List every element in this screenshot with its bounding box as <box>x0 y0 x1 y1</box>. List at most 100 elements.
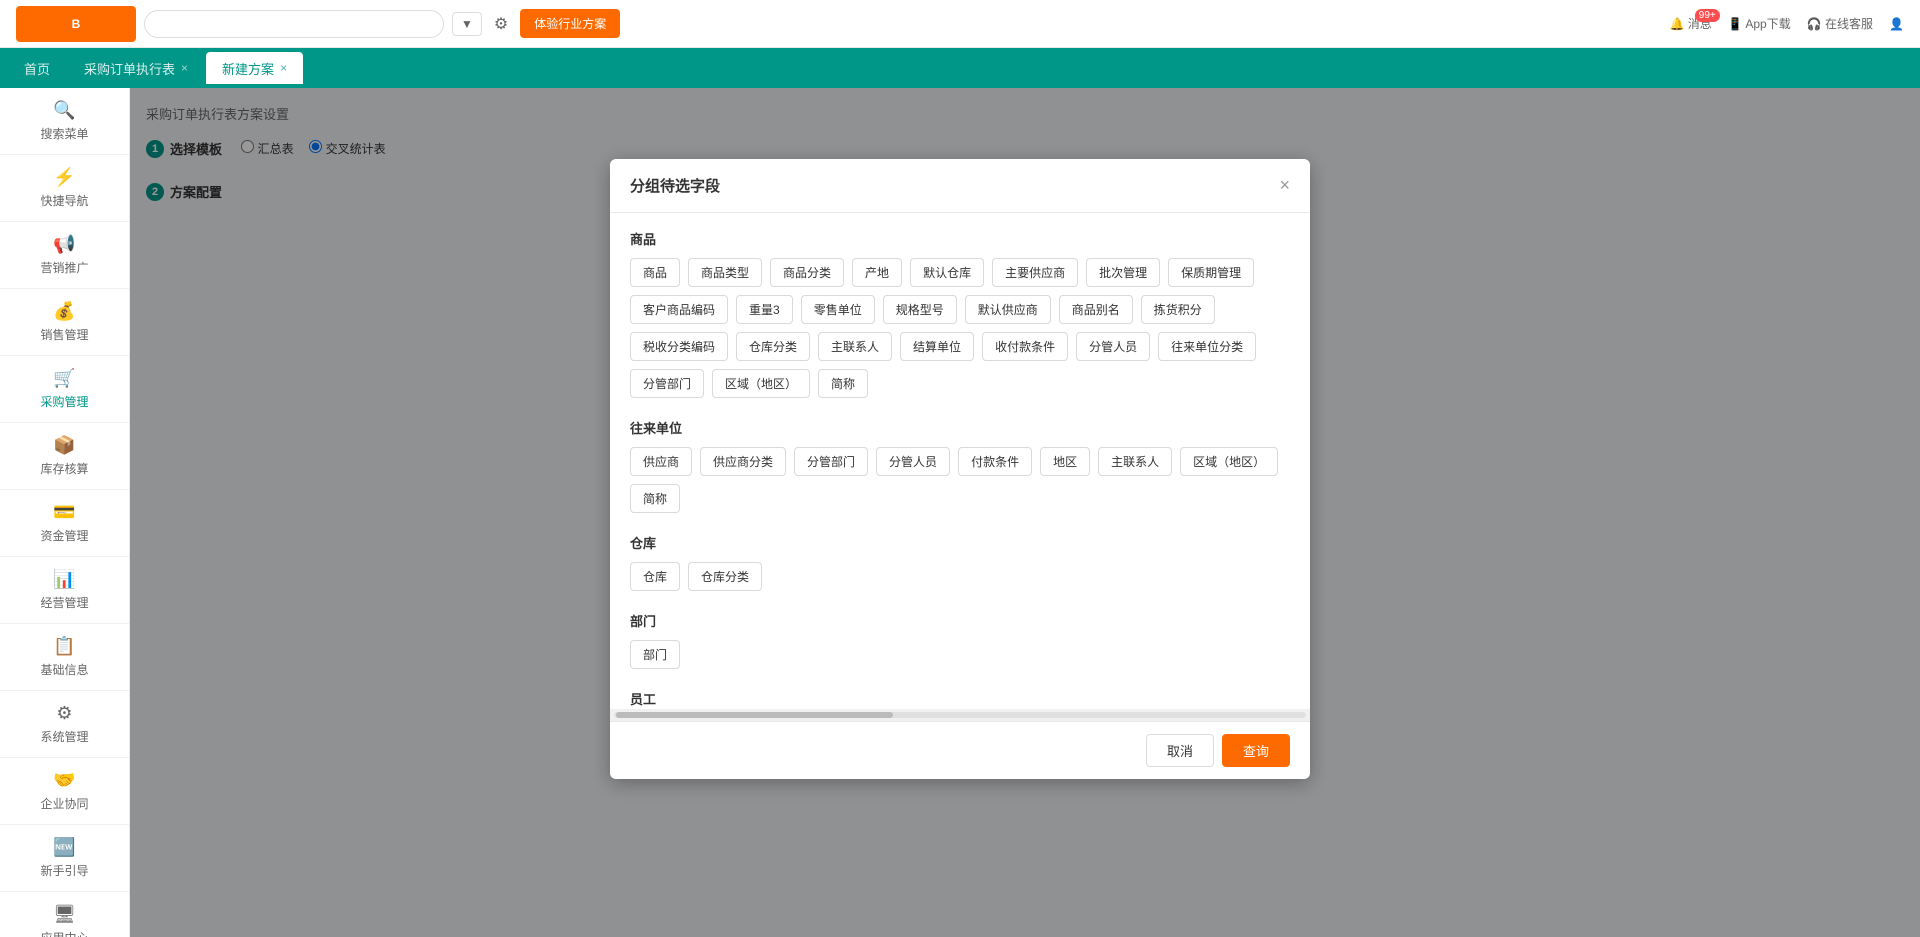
field-tag[interactable]: 结算单位 <box>900 332 974 361</box>
section-partner-title: 往来单位 <box>630 418 1290 437</box>
notification-area[interactable]: 🔔 消息 99+ <box>1669 15 1711 32</box>
field-tag[interactable]: 商品类型 <box>688 258 762 287</box>
field-tag[interactable]: 区域（地区） <box>1180 447 1278 476</box>
modal-hscrollbar[interactable] <box>610 709 1310 721</box>
field-tag[interactable]: 往来单位分类 <box>1158 332 1256 361</box>
field-tag[interactable]: 收付款条件 <box>982 332 1068 361</box>
field-tag[interactable]: 分管人员 <box>1076 332 1150 361</box>
field-tag[interactable]: 供应商分类 <box>700 447 786 476</box>
top-nav: B ▼ ⚙ 体验行业方案 🔔 消息 99+ 📱 App下载 🎧 在线客服 👤 <box>0 0 1920 48</box>
field-tag[interactable]: 分管部门 <box>794 447 868 476</box>
money-icon: 💰 <box>53 301 75 322</box>
sidebar-item-appstore[interactable]: 🖥 应用中心 <box>0 892 129 937</box>
field-tag[interactable]: 部门 <box>630 640 680 669</box>
gear-icon: ⚙ <box>56 703 72 724</box>
section-goods-tags: 商品 商品类型 商品分类 产地 默认仓库 主要供应商 批次管理 保质期管理 客户… <box>630 258 1290 398</box>
notification-badge-count: 99+ <box>1695 9 1720 22</box>
tab-close-new-plan[interactable]: × <box>280 61 287 75</box>
new-icon: 🆕 <box>53 837 75 858</box>
modal-cancel-button[interactable]: 取消 <box>1146 734 1214 767</box>
section-warehouse-title: 仓库 <box>630 533 1290 552</box>
field-tag[interactable]: 产地 <box>852 258 902 287</box>
chart-icon: 📊 <box>53 569 75 590</box>
field-tag[interactable]: 保质期管理 <box>1168 258 1254 287</box>
field-tag[interactable]: 拣货积分 <box>1141 295 1215 324</box>
section-partner-tags: 供应商 供应商分类 分管部门 分管人员 付款条件 地区 主联系人 区域（地区） … <box>630 447 1290 513</box>
field-tag[interactable]: 重量3 <box>736 295 793 324</box>
field-tag[interactable]: 批次管理 <box>1086 258 1160 287</box>
app-download-link[interactable]: 📱 App下载 <box>1728 15 1791 32</box>
section-department-title: 部门 <box>630 611 1290 630</box>
field-tag[interactable]: 默认仓库 <box>910 258 984 287</box>
modal-confirm-button[interactable]: 查询 <box>1222 734 1290 767</box>
experience-button[interactable]: 体验行业方案 <box>520 9 620 38</box>
field-tag[interactable]: 简称 <box>818 369 868 398</box>
sidebar-item-basics[interactable]: 📋 基础信息 <box>0 624 129 691</box>
field-tag[interactable]: 零售单位 <box>801 295 875 324</box>
field-tag[interactable]: 税收分类编码 <box>630 332 728 361</box>
sidebar-item-search[interactable]: 🔍 搜索菜单 <box>0 88 129 155</box>
search-input[interactable] <box>144 10 444 38</box>
section-warehouse-tags: 仓库 仓库分类 <box>630 562 1290 591</box>
box-icon: 📦 <box>53 435 75 456</box>
field-tag[interactable]: 商品别名 <box>1059 295 1133 324</box>
tab-close-purchase[interactable]: × <box>181 61 188 75</box>
clipboard-icon: 📋 <box>53 636 75 657</box>
sidebar-item-system[interactable]: ⚙ 系统管理 <box>0 691 129 758</box>
headset-icon: 🎧 <box>1807 17 1822 31</box>
field-tag[interactable]: 简称 <box>630 484 680 513</box>
sidebar-item-finance[interactable]: 💳 资金管理 <box>0 490 129 557</box>
field-tag[interactable]: 仓库分类 <box>736 332 810 361</box>
modal-body: 商品 商品 商品类型 商品分类 产地 默认仓库 主要供应商 批次管理 保质期管理… <box>610 213 1310 709</box>
modal-header: 分组待选字段 × <box>610 159 1310 213</box>
gear-icon[interactable]: ⚙ <box>490 10 512 38</box>
section-employee-title: 员工 <box>630 689 1290 708</box>
field-tag[interactable]: 分管部门 <box>630 369 704 398</box>
sidebar-item-purchase[interactable]: 🛒 采购管理 <box>0 356 129 423</box>
modal-footer: 取消 查询 <box>610 721 1310 779</box>
field-tag[interactable]: 分管人员 <box>876 447 950 476</box>
field-tag[interactable]: 默认供应商 <box>965 295 1051 324</box>
tab-purchase[interactable]: 采购订单执行表 × <box>68 52 204 84</box>
sidebar-item-quicknav[interactable]: ⚡ 快捷导航 <box>0 155 129 222</box>
section-employee: 员工 业务员 <box>630 689 1290 709</box>
modal-close-button[interactable]: × <box>1279 175 1290 196</box>
modal-title: 分组待选字段 <box>630 175 720 196</box>
app-logo: B <box>16 6 136 42</box>
phone-icon: 📱 <box>1728 17 1743 31</box>
user-avatar[interactable]: 👤 <box>1889 17 1904 31</box>
top-nav-right: 🔔 消息 99+ 📱 App下载 🎧 在线客服 👤 <box>1669 15 1904 32</box>
section-goods: 商品 商品 商品类型 商品分类 产地 默认仓库 主要供应商 批次管理 保质期管理… <box>630 229 1290 398</box>
field-tag[interactable]: 地区 <box>1040 447 1090 476</box>
tab-bar: 首页 采购订单执行表 × 新建方案 × <box>0 48 1920 88</box>
field-tag[interactable]: 商品分类 <box>770 258 844 287</box>
field-tag[interactable]: 主联系人 <box>818 332 892 361</box>
handshake-icon: 🤝 <box>53 770 75 791</box>
field-tag[interactable]: 主要供应商 <box>992 258 1078 287</box>
field-tag[interactable]: 仓库 <box>630 562 680 591</box>
field-tag[interactable]: 客户商品编码 <box>630 295 728 324</box>
sidebar-item-marketing[interactable]: 📢 营销推广 <box>0 222 129 289</box>
field-tag[interactable]: 付款条件 <box>958 447 1032 476</box>
sidebar: 🔍 搜索菜单 ⚡ 快捷导航 📢 营销推广 💰 销售管理 🛒 采购管理 📦 库存核… <box>0 88 130 937</box>
field-tag[interactable]: 商品 <box>630 258 680 287</box>
cart-icon: 🛒 <box>53 368 75 389</box>
card-icon: 💳 <box>53 502 75 523</box>
tab-home[interactable]: 首页 <box>8 52 66 84</box>
field-tag[interactable]: 仓库分类 <box>688 562 762 591</box>
monitor-icon: 🖥 <box>53 904 76 925</box>
nav-dropdown[interactable]: ▼ <box>452 12 482 36</box>
megaphone-icon: 📢 <box>53 234 75 255</box>
section-department-tags: 部门 <box>630 640 1290 669</box>
sidebar-item-sales[interactable]: 💰 销售管理 <box>0 289 129 356</box>
sidebar-item-collab[interactable]: 🤝 企业协同 <box>0 758 129 825</box>
sidebar-item-operations[interactable]: 📊 经营管理 <box>0 557 129 624</box>
sidebar-item-newbie[interactable]: 🆕 新手引导 <box>0 825 129 892</box>
field-tag[interactable]: 供应商 <box>630 447 692 476</box>
field-tag[interactable]: 规格型号 <box>883 295 957 324</box>
sidebar-item-inventory[interactable]: 📦 库存核算 <box>0 423 129 490</box>
field-tag[interactable]: 主联系人 <box>1098 447 1172 476</box>
online-service-link[interactable]: 🎧 在线客服 <box>1807 15 1873 32</box>
tab-new-plan[interactable]: 新建方案 × <box>206 52 303 84</box>
field-tag[interactable]: 区域（地区） <box>712 369 810 398</box>
